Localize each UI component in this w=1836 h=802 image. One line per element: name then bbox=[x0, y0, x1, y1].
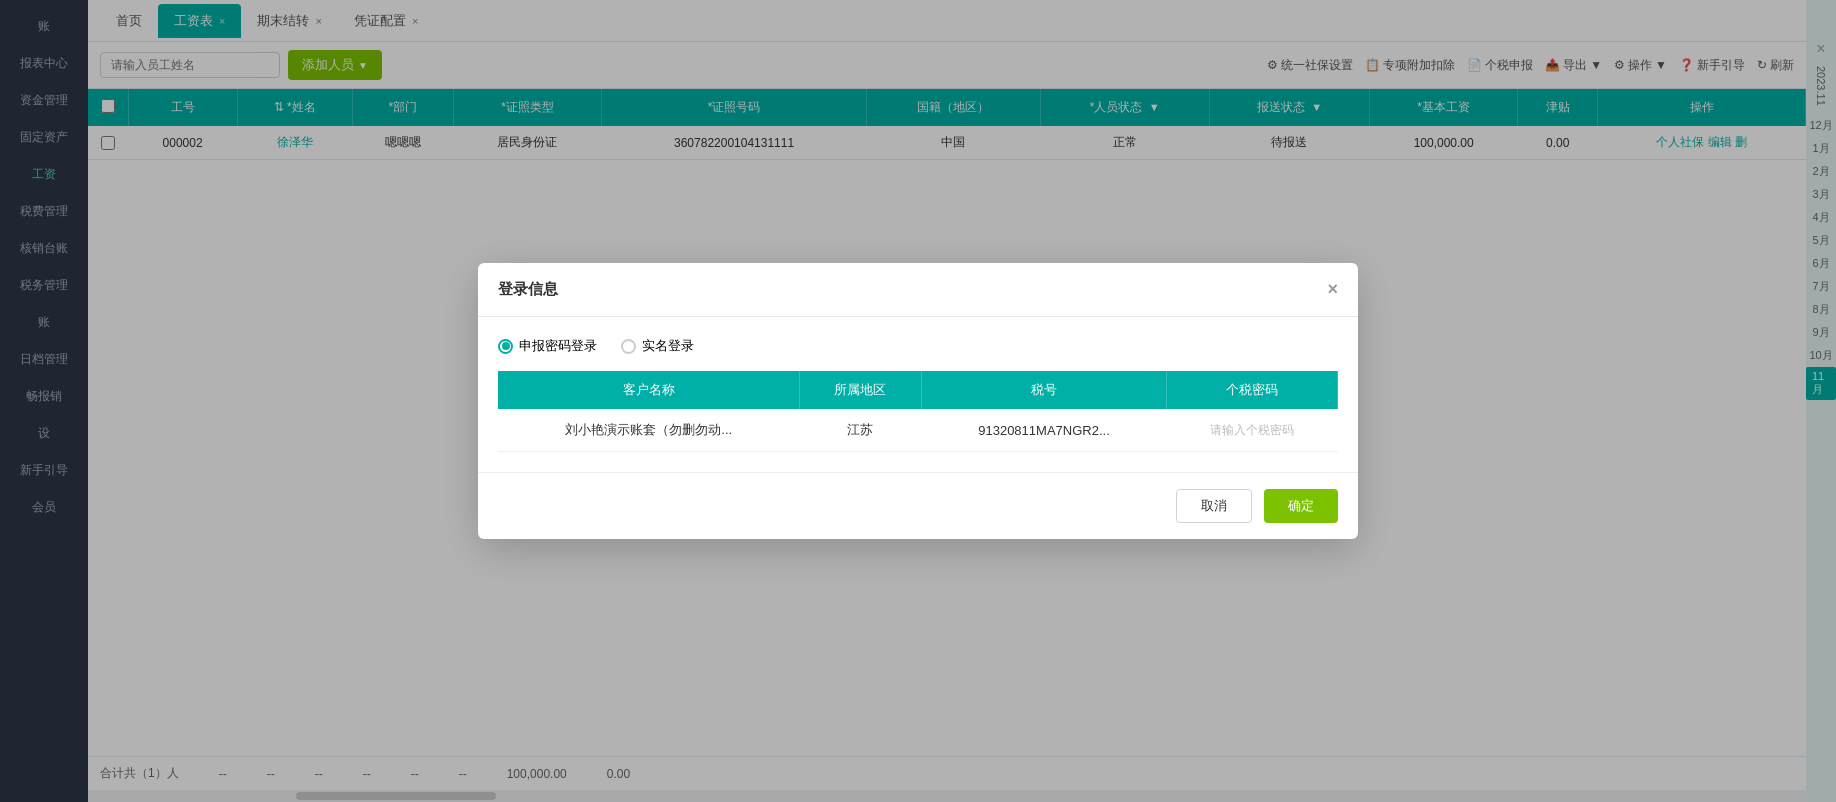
radio-password-circle bbox=[498, 339, 513, 354]
dialog-row-password[interactable]: 请输入个税密码 bbox=[1167, 409, 1338, 452]
dialog-overlay: 登录信息 × 申报密码登录 实名登录 客户名称 所属地区 bbox=[0, 0, 1836, 802]
dialog-data-table: 客户名称 所属地区 税号 个税密码 刘小艳演示账套（勿删勿动... 江苏 913… bbox=[498, 371, 1338, 452]
dialog-col-password: 个税密码 bbox=[1167, 371, 1338, 409]
dialog-body: 申报密码登录 实名登录 客户名称 所属地区 税号 个税密码 bbox=[478, 317, 1358, 472]
cancel-button[interactable]: 取消 bbox=[1176, 489, 1252, 523]
password-placeholder: 请输入个税密码 bbox=[1210, 423, 1294, 437]
radio-realname-label: 实名登录 bbox=[642, 337, 694, 355]
dialog-col-region: 所属地区 bbox=[800, 371, 922, 409]
dialog-footer: 取消 确定 bbox=[478, 472, 1358, 539]
radio-password-label: 申报密码登录 bbox=[519, 337, 597, 355]
dialog-row-name: 刘小艳演示账套（勿删勿动... bbox=[498, 409, 800, 452]
confirm-button[interactable]: 确定 bbox=[1264, 489, 1338, 523]
dialog-row-tax-id: 91320811MA7NGR2... bbox=[921, 409, 1167, 452]
dialog-title: 登录信息 bbox=[498, 280, 558, 299]
login-type-radio-group: 申报密码登录 实名登录 bbox=[498, 337, 1338, 355]
dialog-table-row: 刘小艳演示账套（勿删勿动... 江苏 91320811MA7NGR2... 请输… bbox=[498, 409, 1338, 452]
dialog-col-name: 客户名称 bbox=[498, 371, 800, 409]
dialog-col-tax-id: 税号 bbox=[921, 371, 1167, 409]
radio-password-login[interactable]: 申报密码登录 bbox=[498, 337, 597, 355]
radio-realname-circle bbox=[621, 339, 636, 354]
dialog-header: 登录信息 × bbox=[478, 263, 1358, 317]
login-dialog: 登录信息 × 申报密码登录 实名登录 客户名称 所属地区 bbox=[478, 263, 1358, 539]
radio-realname-login[interactable]: 实名登录 bbox=[621, 337, 694, 355]
dialog-row-region: 江苏 bbox=[800, 409, 922, 452]
dialog-close-icon[interactable]: × bbox=[1327, 279, 1338, 300]
